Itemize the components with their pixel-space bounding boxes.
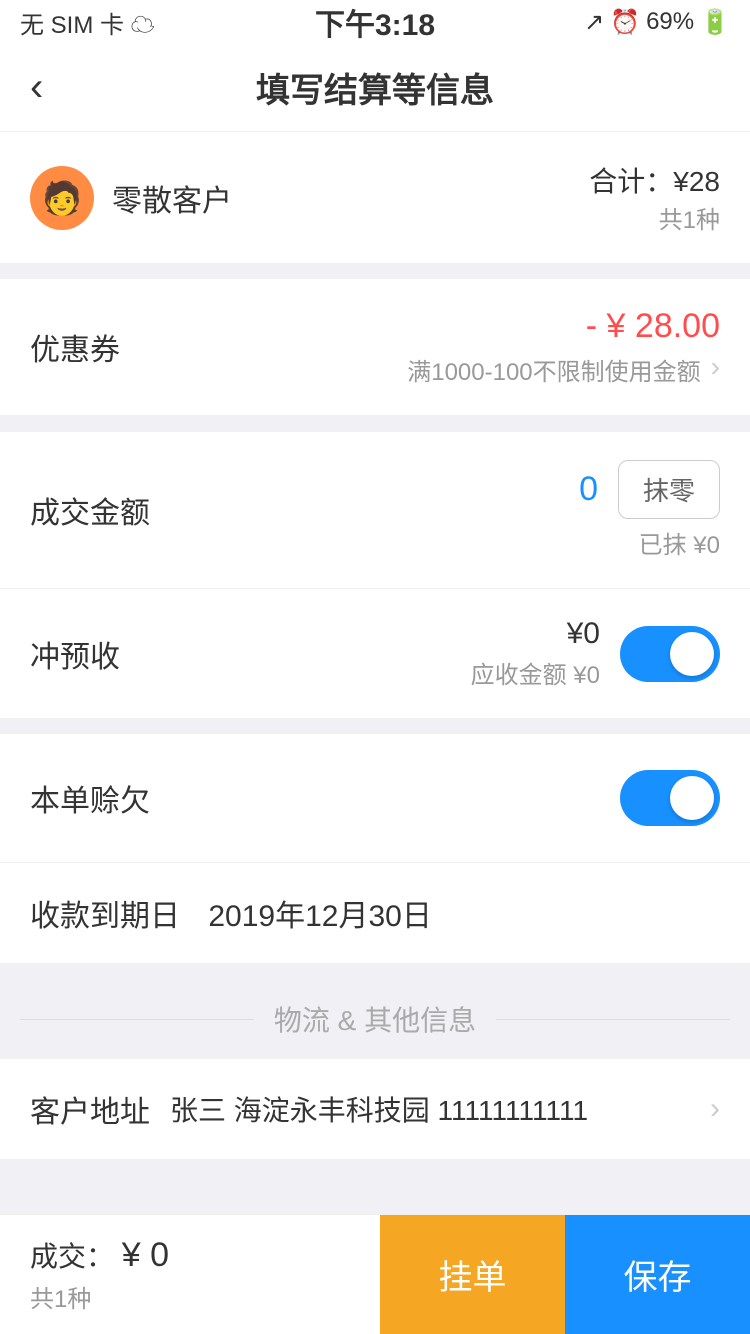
logistics-divider: 物流 & 其他信息 [0,979,750,1059]
alarm-icon: ⏰ [610,8,640,37]
round-button[interactable]: 抹零 [618,460,720,519]
transaction-row: 成交金额 0 抹零 已抹 ¥0 [0,431,750,588]
address-chevron-icon: › [710,1092,720,1126]
coupon-value: - ¥ 28.00 满1000-100不限制使用金额 › [407,307,720,387]
address-row[interactable]: 客户地址 张三 海淀永丰科技园 11111111111 › [0,1059,750,1159]
battery-level: 69% [646,8,694,36]
logistics-text: 物流 & 其他信息 [274,999,476,1039]
already-rounded: 已抹 ¥0 [579,525,720,560]
debt-row: 本单赊欠 [0,734,750,862]
bottom-deal-label: 成交： [30,1241,114,1272]
customer-section: 🧑 零散客户 合计：¥28 共1种 [0,132,750,263]
customer-right: 合计：¥28 共1种 [589,160,720,235]
transaction-section: 成交金额 0 抹零 已抹 ¥0 冲预收 ¥0 应收金额 ¥0 [0,431,750,718]
customer-name: 零散客户 [112,176,232,220]
bottom-deal-amount: ¥ 0 [122,1236,169,1274]
duedate-label: 收款到期日 [30,900,180,933]
debt-toggle[interactable] [620,770,720,826]
precollect-amount: ¥0 [120,617,600,651]
back-button[interactable]: ‹ [30,65,43,110]
save-button[interactable]: 保存 [565,1215,750,1334]
duedate-value: 2019年12月30日 [208,900,431,933]
sim-status: 无 SIM 卡 ☁ [20,5,155,40]
coupon-row[interactable]: 优惠券 - ¥ 28.00 满1000-100不限制使用金额 › [0,279,750,415]
precollect-center: ¥0 应收金额 ¥0 [120,617,600,690]
customer-row: 🧑 零散客户 合计：¥28 共1种 [0,132,750,263]
address-label: 客户地址 [30,1087,150,1131]
coupon-desc: 满1000-100不限制使用金额 [407,352,700,387]
customer-left: 🧑 零散客户 [30,166,232,230]
status-bar-right: ↗ ⏰ 69% 🔋 [584,8,730,37]
avatar: 🧑 [30,166,94,230]
bottom-info: 成交： ¥ 0 共1种 [0,1235,380,1314]
avatar-icon: 🧑 [42,179,82,217]
coupon-label: 优惠券 [30,325,120,369]
status-bar-time: 下午3:18 [315,0,435,44]
debt-label: 本单赊欠 [30,776,150,820]
bottom-bar: 成交： ¥ 0 共1种 挂单 保存 [0,1214,750,1334]
transaction-amount: 0 [579,470,598,509]
battery-icon: 🔋 [700,8,730,37]
status-bar-left: 无 SIM 卡 ☁ [20,5,155,40]
address-section: 客户地址 张三 海淀永丰科技园 11111111111 › [0,1059,750,1159]
customer-total: 合计：¥28 [589,160,720,200]
address-value: 张三 海淀永丰科技园 11111111111 [170,1089,710,1129]
bottom-count: 共1种 [30,1279,350,1314]
status-bar: 无 SIM 卡 ☁ 下午3:18 ↗ ⏰ 69% 🔋 [0,0,750,44]
bottom-deal-row: 成交： ¥ 0 [30,1235,350,1275]
coupon-amount: - ¥ 28.00 [407,307,720,346]
precollect-row: 冲预收 ¥0 应收金额 ¥0 [0,588,750,718]
coupon-chevron-icon: › [711,351,720,383]
duedate-row[interactable]: 收款到期日 2019年12月30日 [0,862,750,963]
debt-section: 本单赊欠 收款到期日 2019年12月30日 [0,734,750,963]
location-icon: ↗ [584,8,604,37]
nav-bar: ‹ 填写结算等信息 [0,44,750,132]
transaction-label: 成交金额 [30,488,150,532]
hang-button[interactable]: 挂单 [380,1215,565,1334]
transaction-right: 0 抹零 已抹 ¥0 [579,460,720,560]
logistics-line-right [496,1019,730,1020]
precollect-label: 冲预收 [30,632,120,676]
precollect-receivable: 应收金额 ¥0 [120,655,600,690]
coupon-section: 优惠券 - ¥ 28.00 满1000-100不限制使用金额 › [0,279,750,415]
precollect-toggle[interactable] [620,626,720,682]
logistics-line-left [20,1019,254,1020]
customer-count: 共1种 [589,200,720,235]
nav-title: 填写结算等信息 [256,63,494,112]
